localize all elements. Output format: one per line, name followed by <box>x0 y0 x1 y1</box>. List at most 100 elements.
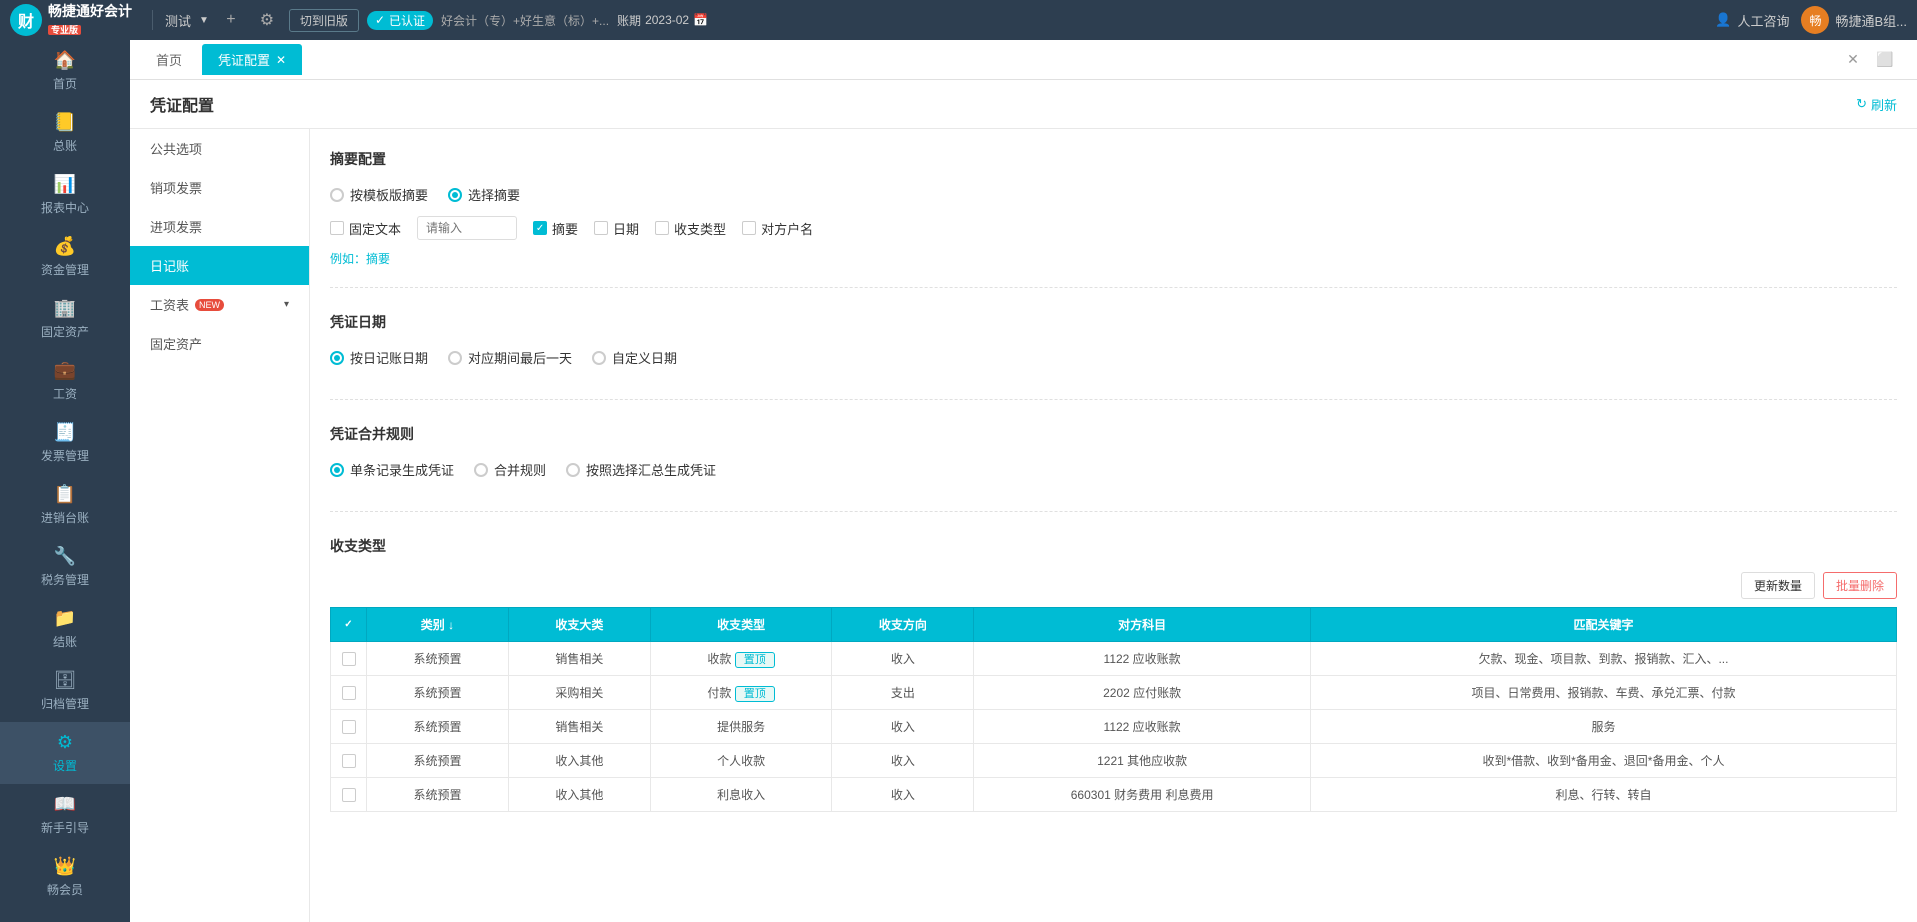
salary-icon: 💼 <box>54 360 76 381</box>
sub-nav-purchase-invoice[interactable]: 进项发票 <box>130 207 309 246</box>
user-profile[interactable]: 畅 畅捷通B组... <box>1801 6 1907 34</box>
row-check-4[interactable] <box>342 754 356 768</box>
radio-period-last-day[interactable]: 对应期间最后一天 <box>448 348 572 367</box>
radio-journal-date[interactable]: 按日记账日期 <box>330 348 428 367</box>
col-checkbox-header[interactable]: ✓ <box>331 608 367 642</box>
radio-circle-template <box>330 188 344 202</box>
row-checkbox[interactable] <box>331 744 367 778</box>
sidebar-item-settings[interactable]: ⚙ 设置 <box>0 722 130 784</box>
sidebar-item-salary[interactable]: 💼 工资 <box>0 350 130 412</box>
close-window-icon[interactable]: ✕ <box>1841 48 1865 72</box>
col-sub-type: 收支类型 <box>650 608 832 642</box>
tab-home[interactable]: 首页 <box>140 44 198 75</box>
row-check-2[interactable] <box>342 686 356 700</box>
table-header-buttons: 更新数量 批量删除 <box>330 572 1897 599</box>
row-category: 系统预置 <box>367 778 509 812</box>
top-tag-2[interactable]: 置顶 <box>735 686 775 702</box>
summary-checkbox-row: 固定文本 ✓ 摘要 日期 收支类型 <box>330 216 1897 240</box>
sidebar-item-home[interactable]: 🏠 首页 <box>0 40 130 102</box>
voucher-date-radio-group: 按日记账日期 对应期间最后一天 自定义日期 <box>330 348 1897 367</box>
sub-nav-fixed-assets[interactable]: 固定资产 <box>130 324 309 363</box>
select-all-checkbox[interactable]: ✓ <box>342 618 356 632</box>
human-service[interactable]: 👤 人工咨询 <box>1715 11 1789 30</box>
sidebar-label-guide: 新手引导 <box>41 819 89 836</box>
sidebar-label-sales: 进销台账 <box>41 509 89 526</box>
top-tag-1[interactable]: 置顶 <box>735 652 775 668</box>
checkbox-fixed-text[interactable]: 固定文本 <box>330 219 401 238</box>
close-books-icon: 📁 <box>54 608 76 629</box>
row-main-type: 采购相关 <box>508 676 650 710</box>
checkbox-date[interactable]: 日期 <box>594 219 639 238</box>
reports-icon: 📊 <box>54 174 76 195</box>
merge-rules-title: 凭证合并规则 <box>330 424 1897 444</box>
sidebar-item-invoice[interactable]: 🧾 发票管理 <box>0 412 130 474</box>
row-checkbox[interactable] <box>331 710 367 744</box>
radio-template-summary[interactable]: 按模板版摘要 <box>330 185 428 204</box>
merge-rules-radio-group: 单条记录生成凭证 合并规则 按照选择汇总生成凭证 <box>330 460 1897 479</box>
sidebar-item-guide[interactable]: 📖 新手引导 <box>0 784 130 846</box>
sidebar-item-funds[interactable]: 💰 资金管理 <box>0 226 130 288</box>
row-sub-type: 收款 置顶 <box>650 642 832 676</box>
refresh-button[interactable]: ↻ 刷新 <box>1856 95 1897 114</box>
topbar: 财 畅捷通好会计 专业版 测试 ▼ + ⚙ 切到旧版 ✓ 已认证 好会计（专）+… <box>0 0 1917 40</box>
tax-icon: 🔧 <box>54 546 76 567</box>
logo-icon: 财 <box>10 4 42 36</box>
table-row: 系统预置 采购相关 付款 置顶 支出 2202 应付账款 项目、日常费用、报销款… <box>331 676 1897 710</box>
row-sub-type: 个人收款 <box>650 744 832 778</box>
sidebar-item-close[interactable]: 📁 结账 <box>0 598 130 660</box>
sidebar-item-sales[interactable]: 📋 进销台账 <box>0 474 130 536</box>
row-main-type: 销售相关 <box>508 710 650 744</box>
checkbox-box-income-type <box>655 221 669 235</box>
maximize-window-icon[interactable]: ⬜ <box>1873 48 1897 72</box>
archive-icon: 🗄 <box>54 670 77 691</box>
row-check-5[interactable] <box>342 788 356 802</box>
checkbox-summary[interactable]: ✓ 摘要 <box>533 219 578 238</box>
sub-nav-journal[interactable]: 日记账 <box>130 246 309 285</box>
sidebar-item-ledger[interactable]: 📒 总账 <box>0 102 130 164</box>
radio-single-record[interactable]: 单条记录生成凭证 <box>330 460 454 479</box>
sidebar-item-tax[interactable]: 🔧 税务管理 <box>0 536 130 598</box>
sidebar-item-assets[interactable]: 🏢 固定资产 <box>0 288 130 350</box>
refresh-icon: ↻ <box>1856 96 1867 112</box>
gear-icon[interactable]: ⚙ <box>253 6 281 34</box>
sidebar-item-reports[interactable]: 📊 报表中心 <box>0 164 130 226</box>
sidebar-item-member[interactable]: 👑 畅会员 <box>0 846 130 908</box>
page-header: 凭证配置 ↻ 刷新 <box>130 80 1917 129</box>
sidebar-label-reports: 报表中心 <box>41 199 89 216</box>
batch-delete-button[interactable]: 批量删除 <box>1823 572 1897 599</box>
sidebar-label-salary: 工资 <box>53 385 77 402</box>
radio-custom-date[interactable]: 自定义日期 <box>592 348 677 367</box>
update-count-button[interactable]: 更新数量 <box>1741 572 1815 599</box>
tab-close-icon[interactable]: ✕ <box>276 53 286 67</box>
calendar-icon[interactable]: 📅 <box>693 13 708 27</box>
env-dropdown[interactable]: ▼ <box>199 15 209 26</box>
radio-merge-rules[interactable]: 合并规则 <box>474 460 546 479</box>
tab-voucher-config[interactable]: 凭证配置 ✕ <box>202 44 302 75</box>
sub-nav-sales-invoice[interactable]: 销项发票 <box>130 168 309 207</box>
sidebar-label-funds: 资金管理 <box>41 261 89 278</box>
sub-nav-public[interactable]: 公共选项 <box>130 129 309 168</box>
row-category: 系统预置 <box>367 744 509 778</box>
row-checkbox[interactable] <box>331 778 367 812</box>
radio-summary-generate[interactable]: 按照选择汇总生成凭证 <box>566 460 716 479</box>
sub-nav-payroll[interactable]: 工资表 NEW ▾ <box>130 285 309 324</box>
sidebar-label-member: 畅会员 <box>47 881 83 898</box>
checkbox-income-type[interactable]: 收支类型 <box>655 219 726 238</box>
logo-text: 畅捷通好会计 专业版 <box>48 3 132 37</box>
tab-bar: 首页 凭证配置 ✕ ✕ ⬜ <box>130 40 1917 80</box>
merge-rules-section: 凭证合并规则 单条记录生成凭证 合并规则 按照选择汇总生成凭证 <box>330 424 1897 512</box>
row-check-1[interactable] <box>342 652 356 666</box>
row-check-3[interactable] <box>342 720 356 734</box>
row-sub-type: 利息收入 <box>650 778 832 812</box>
sidebar-label-ledger: 总账 <box>53 137 77 154</box>
add-icon[interactable]: + <box>217 6 245 34</box>
checkbox-counterpart[interactable]: 对方户名 <box>742 219 813 238</box>
row-checkbox[interactable] <box>331 676 367 710</box>
col-main-type: 收支大类 <box>508 608 650 642</box>
sidebar-item-archive[interactable]: 🗄 归档管理 <box>0 660 130 722</box>
sidebar-label-tax: 税务管理 <box>41 571 89 588</box>
row-checkbox[interactable] <box>331 642 367 676</box>
radio-select-summary[interactable]: 选择摘要 <box>448 185 520 204</box>
fixed-text-input[interactable] <box>417 216 517 240</box>
switch-version-button[interactable]: 切到旧版 <box>289 9 359 32</box>
